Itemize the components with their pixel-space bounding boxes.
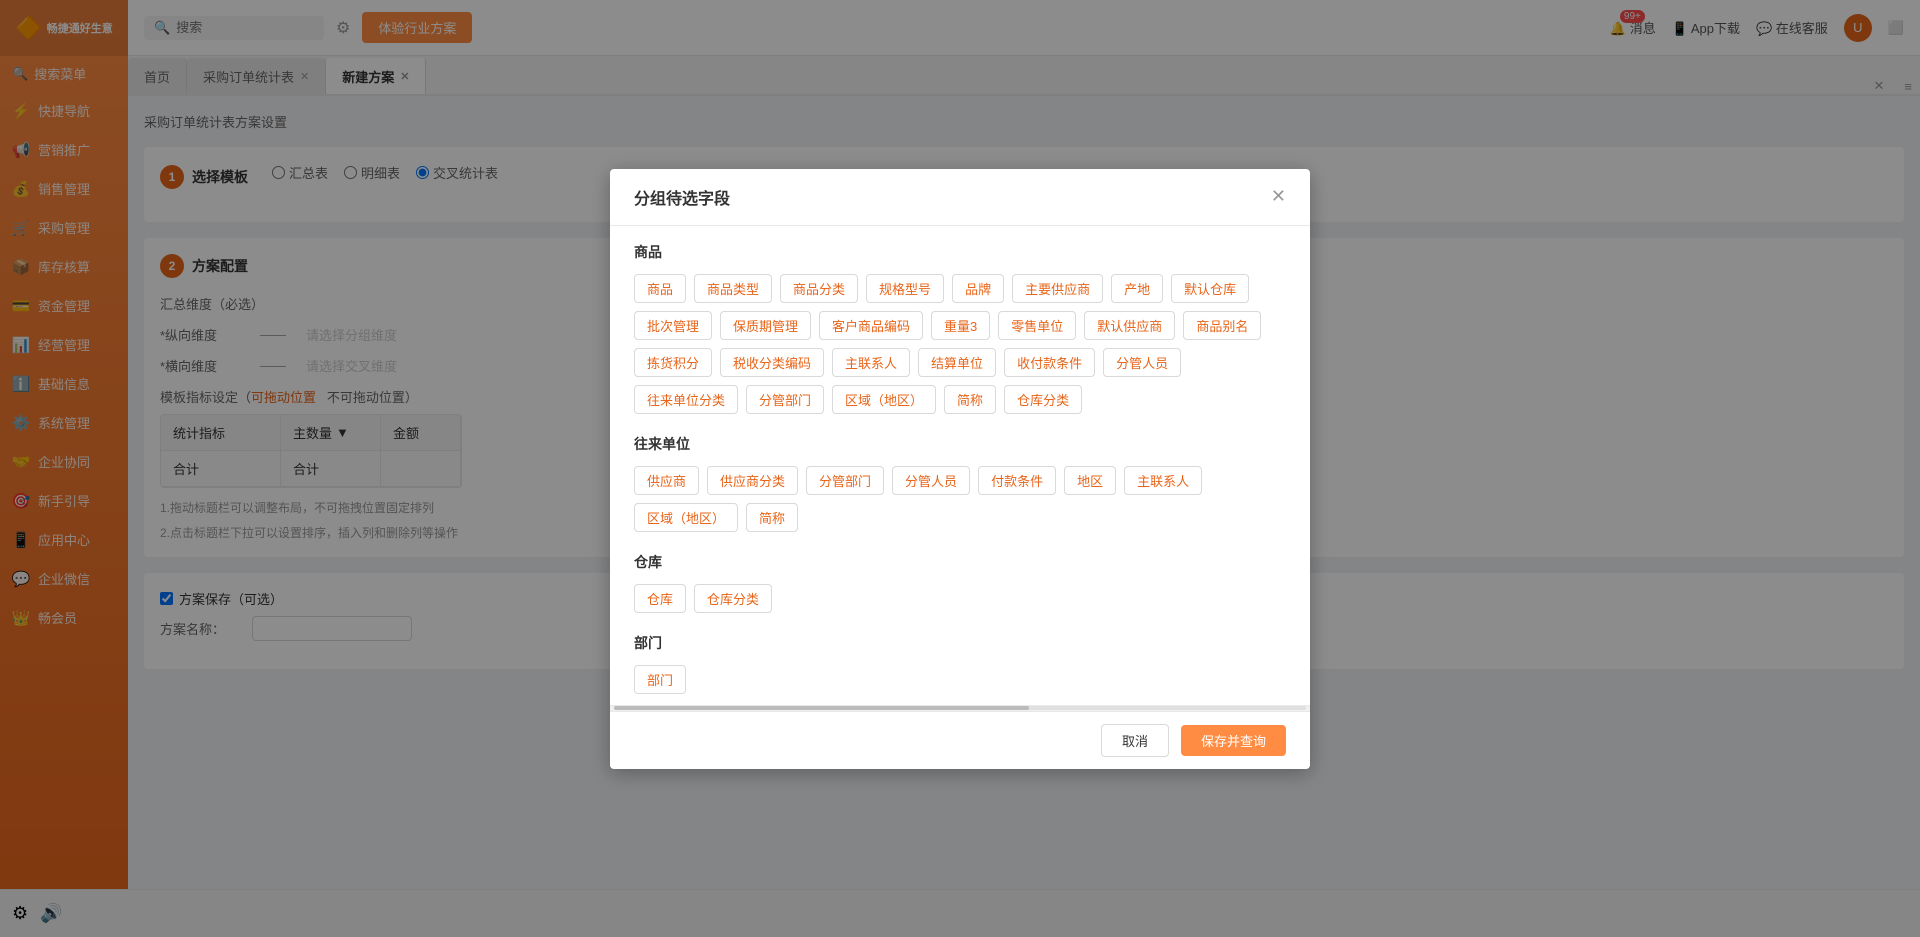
section-warehouse: 仓库 仓库 仓库分类 [634,552,1286,613]
field-department[interactable]: 分管部门 [806,466,884,495]
section-product-title: 商品 [634,242,1286,262]
field-default-supplier[interactable]: 默认供应商 [1084,311,1175,340]
field-area2[interactable]: 区域（地区） [634,503,738,532]
field-dept-managed[interactable]: 分管部门 [746,385,824,414]
field-customer-code[interactable]: 客户商品编码 [819,311,923,340]
field-supplier[interactable]: 供应商 [634,466,699,495]
modal-body: 商品 商品 商品类型 商品分类 规格型号 品牌 主要供应商 产地 默认仓库 批次… [610,226,1310,705]
cancel-button[interactable]: 取消 [1101,724,1169,757]
field-main-contact2[interactable]: 主联系人 [1124,466,1202,495]
field-area-region[interactable]: 区域（地区） [832,385,936,414]
field-dept[interactable]: 部门 [634,665,686,694]
field-retail-unit[interactable]: 零售单位 [998,311,1076,340]
modal-field-selector: 分组待选字段 ✕ 商品 商品 商品类型 商品分类 规格型号 品牌 主要供应商 产… [610,169,1310,769]
field-warehouse[interactable]: 仓库 [634,584,686,613]
section-department-tags: 部门 [634,665,1286,694]
field-main-contact[interactable]: 主联系人 [832,348,910,377]
modal-overlay: 分组待选字段 ✕ 商品 商品 商品类型 商品分类 规格型号 品牌 主要供应商 产… [0,0,1920,937]
field-short-name[interactable]: 简称 [944,385,996,414]
modal-header: 分组待选字段 ✕ [610,169,1310,226]
section-partner-tags: 供应商 供应商分类 分管部门 分管人员 付款条件 地区 主联系人 区域（地区） … [634,466,1286,532]
modal-hscroll[interactable] [610,705,1310,711]
field-weight[interactable]: 重量3 [931,311,990,340]
hscroll-thumb [614,706,1029,710]
field-short-name2[interactable]: 简称 [746,503,798,532]
section-product: 商品 商品 商品类型 商品分类 规格型号 品牌 主要供应商 产地 默认仓库 批次… [634,242,1286,414]
field-supplier-category[interactable]: 供应商分类 [707,466,798,495]
field-payment-condition[interactable]: 付款条件 [978,466,1056,495]
section-warehouse-title: 仓库 [634,552,1286,572]
field-pick-score[interactable]: 拣货积分 [634,348,712,377]
section-department: 部门 部门 [634,633,1286,694]
modal-close-button[interactable]: ✕ [1271,186,1286,207]
field-brand[interactable]: 品牌 [952,274,1004,303]
section-warehouse-tags: 仓库 仓库分类 [634,584,1286,613]
section-partner: 往来单位 供应商 供应商分类 分管部门 分管人员 付款条件 地区 主联系人 区域… [634,434,1286,532]
field-partner-category[interactable]: 往来单位分类 [634,385,738,414]
field-main-supplier[interactable]: 主要供应商 [1012,274,1103,303]
field-product-type[interactable]: 商品类型 [694,274,772,303]
field-product-category[interactable]: 商品分类 [780,274,858,303]
field-payment-terms[interactable]: 收付款条件 [1004,348,1095,377]
field-shelf-life[interactable]: 保质期管理 [720,311,811,340]
field-product-alias[interactable]: 商品别名 [1183,311,1261,340]
field-default-warehouse[interactable]: 默认仓库 [1171,274,1249,303]
field-tax-code[interactable]: 税收分类编码 [720,348,824,377]
field-spec-model[interactable]: 规格型号 [866,274,944,303]
modal-footer: 取消 保存并查询 [610,711,1310,769]
field-origin[interactable]: 产地 [1111,274,1163,303]
field-settlement-unit[interactable]: 结算单位 [918,348,996,377]
modal-title: 分组待选字段 [634,185,730,209]
hscroll-track [614,706,1306,710]
section-product-tags: 商品 商品类型 商品分类 规格型号 品牌 主要供应商 产地 默认仓库 批次管理 … [634,274,1286,414]
section-partner-title: 往来单位 [634,434,1286,454]
field-supervisor[interactable]: 分管人员 [1103,348,1181,377]
field-supervisor2[interactable]: 分管人员 [892,466,970,495]
field-warehouse-cat[interactable]: 仓库分类 [694,584,772,613]
field-region[interactable]: 地区 [1064,466,1116,495]
save-button[interactable]: 保存并查询 [1181,725,1286,756]
field-batch-mgmt[interactable]: 批次管理 [634,311,712,340]
field-product[interactable]: 商品 [634,274,686,303]
section-department-title: 部门 [634,633,1286,653]
field-warehouse-category[interactable]: 仓库分类 [1004,385,1082,414]
